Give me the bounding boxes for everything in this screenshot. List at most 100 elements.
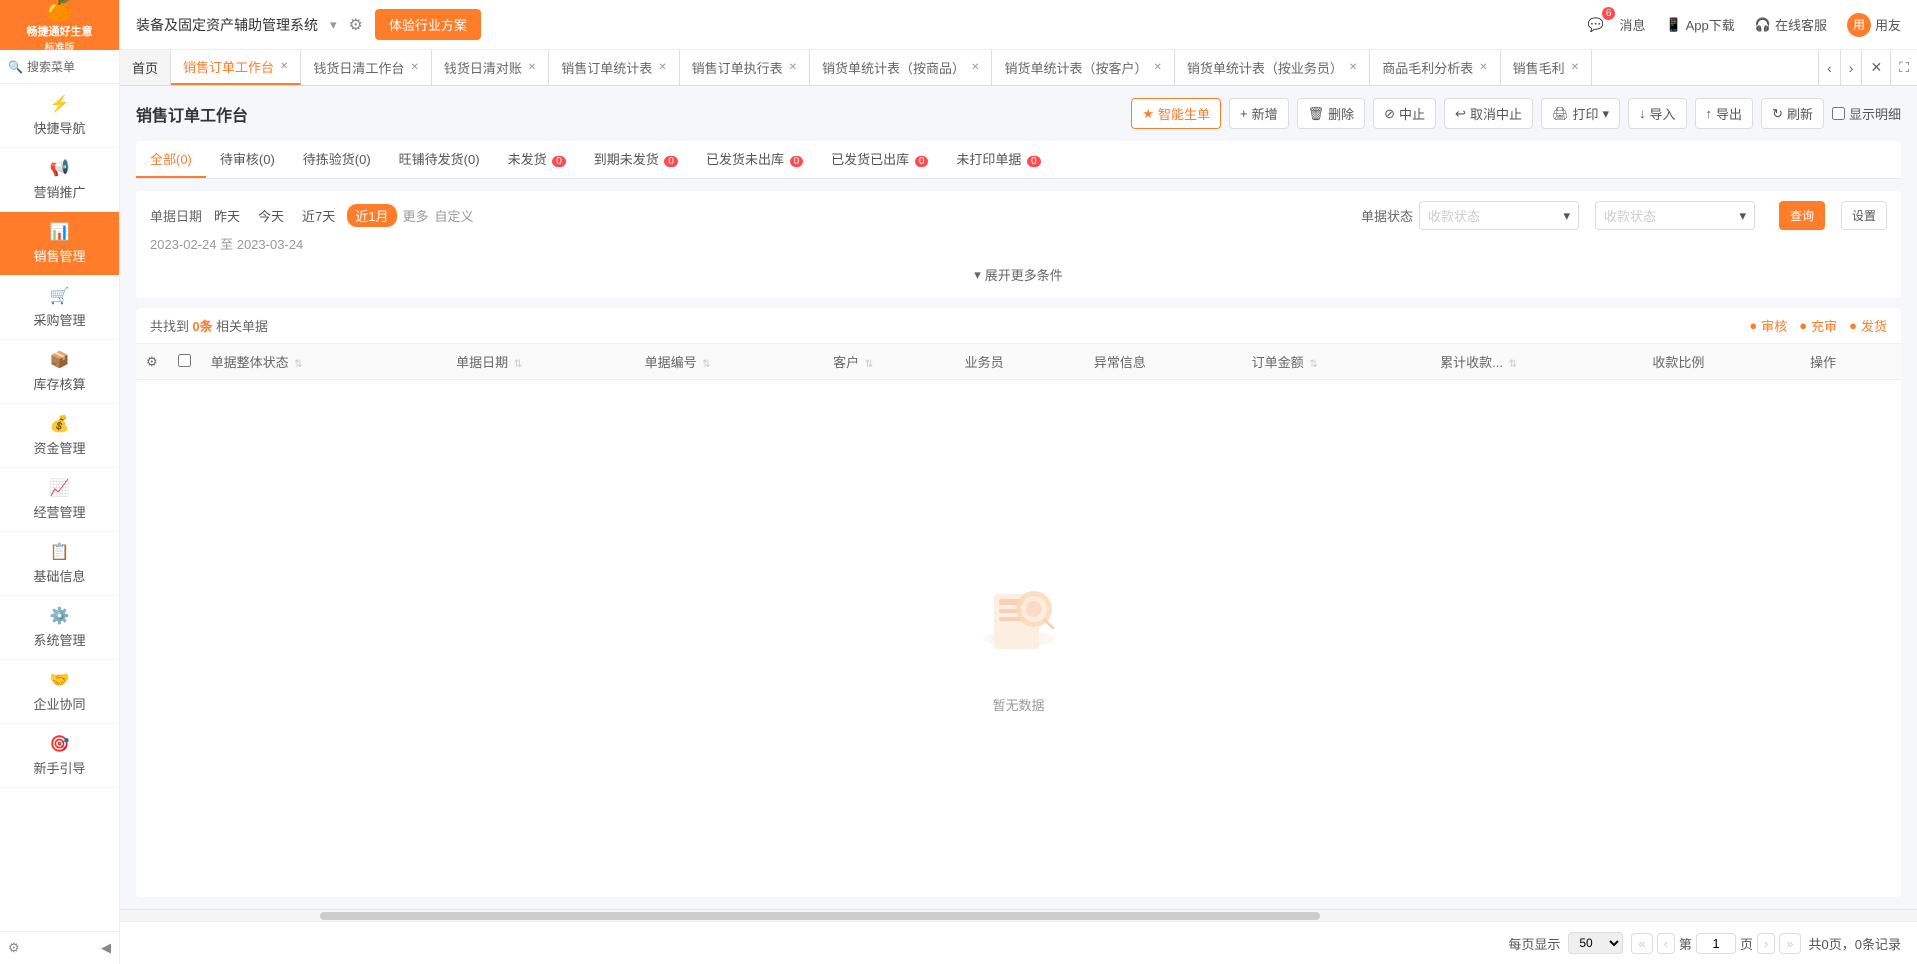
settings-gear-icon[interactable]: ⚙ — [8, 940, 20, 956]
tab-close-sales-exec[interactable]: ✕ — [789, 62, 797, 73]
delete-button[interactable]: 🗑 删除 — [1297, 98, 1366, 129]
smart-create-button[interactable]: ★ 智能生单 — [1131, 98, 1221, 129]
cancel-suspend-button[interactable]: ↩ 取消中止 — [1444, 98, 1533, 129]
show-detail-checkbox[interactable]: 显示明细 — [1832, 104, 1901, 123]
sidebar-item-finance[interactable]: 💰 资金管理 — [0, 404, 119, 468]
date-option-yesterday[interactable]: 昨天 — [208, 204, 246, 227]
audit-action[interactable]: ● 审核 — [1749, 316, 1787, 335]
print-button[interactable]: 🖨 打印 ▾ — [1541, 98, 1620, 129]
first-page-button[interactable]: « — [1631, 933, 1652, 954]
sub-tab-pending-audit[interactable]: 待审核(0) — [206, 141, 289, 178]
sidebar-item-search[interactable]: 🔍 搜索菜单 — [0, 50, 119, 84]
inventory-label: 库存核算 — [33, 374, 85, 393]
payment-select[interactable]: 收款状态 ▾ — [1595, 201, 1755, 230]
tab-scroll-left[interactable]: ‹ — [1818, 50, 1840, 86]
date-option-custom[interactable]: 自定义 — [435, 206, 474, 225]
next-page-button[interactable]: › — [1757, 933, 1775, 954]
tab-close-cash-clear[interactable]: ✕ — [410, 62, 418, 73]
tab-maximize[interactable]: ⛶ — [1890, 50, 1917, 86]
sub-tab-all[interactable]: 全部(0) — [136, 141, 206, 178]
sub-tab-not-printed[interactable]: 未打印单据 0 — [942, 141, 1054, 178]
tab-cash-clear[interactable]: 钱货日清工作台 ✕ — [301, 50, 431, 85]
th-date[interactable]: 单据日期 ⇅ — [446, 344, 634, 380]
tab-close-customer-stats[interactable]: ✕ — [1153, 62, 1161, 73]
date-option-1month[interactable]: 近1月 — [347, 204, 396, 227]
date-option-7days[interactable]: 近7天 — [296, 204, 341, 227]
tab-close-goods-stats[interactable]: ✕ — [971, 62, 979, 73]
experience-button[interactable]: 体验行业方案 — [375, 9, 481, 40]
sidebar-item-management[interactable]: 📈 经营管理 — [0, 468, 119, 532]
sidebar-item-system[interactable]: ⚙️ 系统管理 — [0, 596, 119, 660]
tab-sales-exec[interactable]: 销售订单执行表 ✕ — [680, 50, 810, 85]
tab-sales-workbench[interactable]: 销售订单工作台 ✕ — [171, 50, 301, 85]
tab-reconcile[interactable]: 钱货日清对账 ✕ — [432, 50, 549, 85]
show-detail-input[interactable] — [1832, 107, 1845, 120]
dropdown-arrow-icon[interactable]: ▾ — [330, 17, 337, 33]
sidebar-item-guide[interactable]: 🎯 新手引导 — [0, 724, 119, 788]
sidebar-item-purchase[interactable]: 🛒 采购管理 — [0, 276, 119, 340]
tab-close-sales-profit[interactable]: ✕ — [1571, 62, 1579, 73]
th-collected[interactable]: 累计收款... ⇅ — [1430, 344, 1642, 380]
sidebar-item-quick-nav[interactable]: ⚡ 快捷导航 — [0, 84, 119, 148]
sub-tab-overdue-label: 到期未发货 — [594, 152, 659, 167]
sidebar-item-enterprise[interactable]: 🤝 企业协同 — [0, 660, 119, 724]
sub-tab-shipped-out[interactable]: 已发货已出库 0 — [817, 141, 942, 178]
cancel-audit-action[interactable]: ● 充审 — [1799, 316, 1837, 335]
tab-close-sales-workbench[interactable]: ✕ — [280, 61, 288, 72]
tab-goods-stats[interactable]: 销货单统计表（按商品） ✕ — [810, 50, 992, 85]
refresh-button[interactable]: ↻ 刷新 — [1761, 98, 1824, 129]
sidebar-item-inventory[interactable]: 📦 库存核算 — [0, 340, 119, 404]
tab-sales-stats[interactable]: 销售订单统计表 ✕ — [549, 50, 679, 85]
tab-scroll-right[interactable]: › — [1840, 50, 1862, 86]
status-select[interactable]: 收款状态 ▾ — [1419, 201, 1579, 230]
th-settings[interactable]: ⚙ — [136, 344, 168, 380]
date-option-more[interactable]: 更多 — [403, 206, 429, 225]
export-icon: ↑ — [1706, 106, 1713, 121]
th-checkbox[interactable] — [168, 344, 201, 380]
tab-profit-analysis[interactable]: 商品毛利分析表 ✕ — [1370, 50, 1500, 85]
last-page-button[interactable]: » — [1779, 933, 1800, 954]
tab-close-sales-stats[interactable]: ✕ — [658, 62, 666, 73]
tab-sales-profit[interactable]: 销售毛利 ✕ — [1501, 50, 1592, 85]
settings-filter-button[interactable]: 设置 — [1841, 201, 1887, 230]
select-all-checkbox[interactable] — [178, 354, 191, 367]
th-amount[interactable]: 订单金额 ⇅ — [1242, 344, 1430, 380]
online-service-action[interactable]: 🎧 在线客服 — [1755, 15, 1827, 34]
sub-tab-pending-inspect[interactable]: 待拣验货(0) — [289, 141, 385, 178]
page-size-select[interactable]: 10 20 50 100 — [1568, 932, 1623, 954]
sidebar-item-basic-info[interactable]: 📋 基础信息 — [0, 532, 119, 596]
tab-close-reconcile[interactable]: ✕ — [528, 62, 536, 73]
sub-tab-wangpu[interactable]: 旺铺待发货(0) — [385, 141, 494, 178]
tab-salesman-stats[interactable]: 销货单统计表（按业务员） ✕ — [1175, 50, 1370, 85]
sub-tab-overdue[interactable]: 到期未发货 0 — [580, 141, 692, 178]
tab-customer-stats[interactable]: 销货单统计表（按客户） ✕ — [992, 50, 1174, 85]
sub-tab-not-shipped[interactable]: 未发货 0 — [494, 141, 580, 178]
settings-icon[interactable]: ⚙ — [349, 15, 363, 35]
sidebar-item-marketing[interactable]: 📢 营销推广 — [0, 148, 119, 212]
horizontal-scrollbar[interactable] — [120, 909, 1917, 921]
date-option-today[interactable]: 今天 — [252, 204, 290, 227]
th-customer[interactable]: 客户 ⇅ — [823, 344, 955, 380]
expand-filter-button[interactable]: ▾ 展开更多条件 — [150, 261, 1887, 288]
suspend-button[interactable]: ⊘ 中止 — [1373, 98, 1436, 129]
tab-close-all[interactable]: ✕ — [1861, 50, 1890, 86]
app-download-action[interactable]: 📱 App下载 — [1665, 15, 1734, 34]
add-button[interactable]: + 新增 — [1229, 98, 1289, 129]
message-action[interactable]: 💬 6 消息 — [1588, 15, 1646, 34]
tab-close-profit-analysis[interactable]: ✕ — [1479, 62, 1487, 73]
tab-close-salesman-stats[interactable]: ✕ — [1349, 62, 1357, 73]
page-number-input[interactable] — [1696, 933, 1736, 954]
sidebar-item-sales[interactable]: 📊 销售管理 — [0, 212, 119, 276]
tab-home[interactable]: 首页 — [120, 50, 171, 85]
user-action[interactable]: 用 用友 — [1847, 13, 1901, 37]
ship-action[interactable]: ● 发货 — [1849, 316, 1887, 335]
query-button[interactable]: 查询 — [1779, 201, 1825, 230]
collapse-icon[interactable]: ◀ — [101, 940, 111, 956]
sub-tab-shipped-not-out[interactable]: 已发货未出库 0 — [692, 141, 817, 178]
scroll-thumb[interactable] — [320, 912, 1320, 920]
prev-page-button[interactable]: ‹ — [1657, 933, 1675, 954]
import-button[interactable]: ↓ 导入 — [1628, 98, 1687, 129]
export-button[interactable]: ↑ 导出 — [1695, 98, 1754, 129]
th-status[interactable]: 单据整体状态 ⇅ — [201, 344, 446, 380]
th-number[interactable]: 单据编号 ⇅ — [635, 344, 823, 380]
